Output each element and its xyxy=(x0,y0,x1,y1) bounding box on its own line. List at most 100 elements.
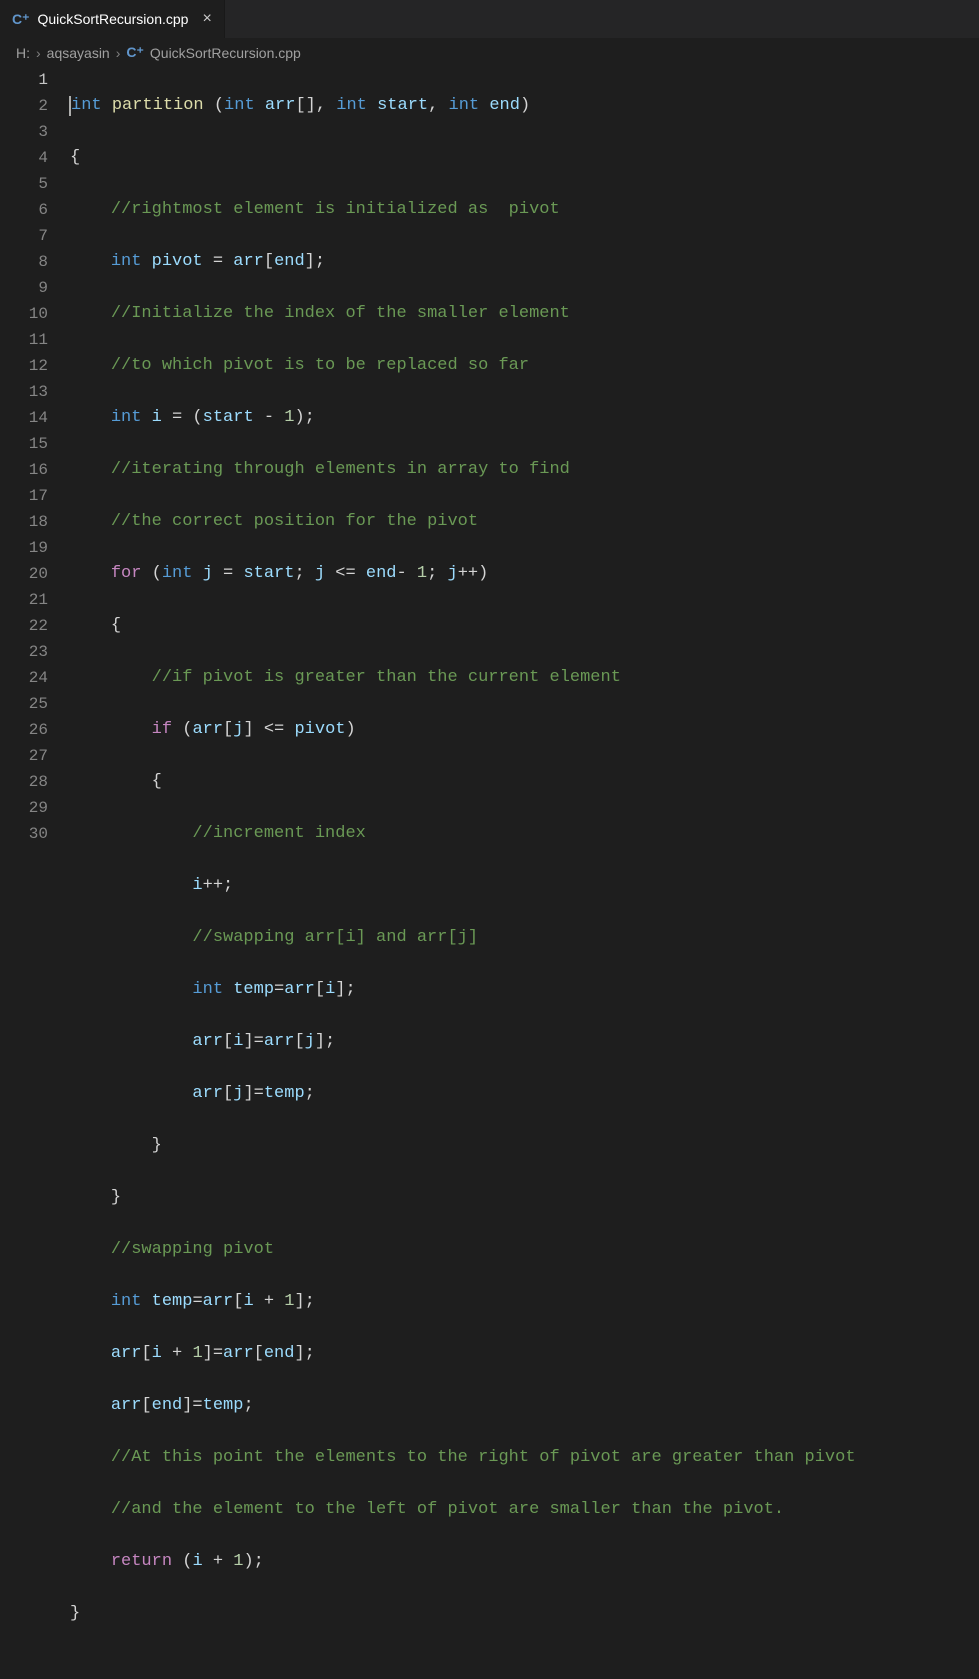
line-number: 11 xyxy=(0,327,48,353)
variable: j xyxy=(203,564,213,583)
line-number: 18 xyxy=(0,509,48,535)
comment: //iterating through elements in array to… xyxy=(111,460,570,479)
line-number: 28 xyxy=(0,769,48,795)
punct: [], xyxy=(295,96,336,115)
line-number: 1 xyxy=(0,67,48,93)
code-line: //rightmost element is initialized as pi… xyxy=(70,197,979,223)
variable: i xyxy=(243,1292,253,1311)
punct: [ xyxy=(294,1032,304,1051)
variable: arr xyxy=(192,1084,223,1103)
keyword: int xyxy=(336,96,367,115)
operator: + xyxy=(203,1552,234,1571)
keyword: int xyxy=(192,980,223,999)
variable: arr xyxy=(223,1344,254,1363)
code-line: //increment index xyxy=(70,821,979,847)
variable: end xyxy=(274,252,305,271)
line-number: 15 xyxy=(0,431,48,457)
text-cursor xyxy=(69,96,71,116)
punct: ( xyxy=(172,1552,192,1571)
variable: i xyxy=(233,1032,243,1051)
code-line: arr[i + 1]=arr[end]; xyxy=(70,1341,979,1367)
close-icon[interactable]: × xyxy=(202,10,211,28)
variable: j xyxy=(305,1032,315,1051)
cpp-file-icon: C⁺ xyxy=(126,44,144,61)
punct: ) xyxy=(345,720,355,739)
code-editor[interactable]: 1 2 3 4 5 6 7 8 9 10 11 12 13 14 15 16 1… xyxy=(0,67,979,1679)
chevron-right-icon: › xyxy=(116,45,121,61)
function-name: partition xyxy=(112,96,204,115)
variable: arr xyxy=(203,1292,234,1311)
number: 1 xyxy=(417,564,427,583)
line-number: 13 xyxy=(0,379,48,405)
breadcrumb-file[interactable]: QuickSortRecursion.cpp xyxy=(150,45,301,61)
variable: arr xyxy=(233,252,264,271)
code-line: //to which pivot is to be replaced so fa… xyxy=(70,353,979,379)
line-number-gutter: 1 2 3 4 5 6 7 8 9 10 11 12 13 14 15 16 1… xyxy=(0,67,70,1679)
punct: ; xyxy=(243,1396,253,1415)
punct: [ xyxy=(264,252,274,271)
punct: ); xyxy=(294,408,314,427)
line-number: 24 xyxy=(0,665,48,691)
keyword: for xyxy=(111,564,142,583)
keyword: int xyxy=(111,408,142,427)
line-number: 7 xyxy=(0,223,48,249)
variable: start xyxy=(377,96,428,115)
code-line: //if pivot is greater than the current e… xyxy=(70,665,979,691)
variable: i xyxy=(325,980,335,999)
code-line: arr[j]=temp; xyxy=(70,1081,979,1107)
code-line: for (int j = start; j <= end- 1; j++) xyxy=(70,561,979,587)
cpp-file-icon: C⁺ xyxy=(12,11,30,28)
variable: end xyxy=(152,1396,183,1415)
operator: = xyxy=(213,564,244,583)
comment: //the correct position for the pivot xyxy=(111,512,478,531)
variable: end xyxy=(366,564,397,583)
code-line: int temp=arr[i]; xyxy=(70,977,979,1003)
comment: //At this point the elements to the righ… xyxy=(111,1448,856,1467)
operator: <= xyxy=(325,564,366,583)
number: 1 xyxy=(284,1292,294,1311)
keyword: int xyxy=(71,96,102,115)
punct: ]; xyxy=(294,1344,314,1363)
keyword: return xyxy=(111,1552,172,1571)
keyword: int xyxy=(162,564,193,583)
breadcrumb-folder[interactable]: aqsayasin xyxy=(47,45,110,61)
punct: [ xyxy=(223,1032,233,1051)
punct: ] xyxy=(243,720,263,739)
punct: ( xyxy=(204,96,224,115)
number: 1 xyxy=(233,1552,243,1571)
operator: - xyxy=(397,564,417,583)
line-number: 9 xyxy=(0,275,48,301)
punct: } xyxy=(152,1136,162,1155)
chevron-right-icon: › xyxy=(36,45,41,61)
operator: <= xyxy=(264,720,295,739)
code-line: } xyxy=(70,1133,979,1159)
comment: //swapping arr[i] and arr[j] xyxy=(192,928,478,947)
punct: ; xyxy=(427,564,447,583)
variable: i xyxy=(152,408,162,427)
line-number: 22 xyxy=(0,613,48,639)
comment: //if pivot is greater than the current e… xyxy=(152,668,621,687)
line-number: 21 xyxy=(0,587,48,613)
line-number: 5 xyxy=(0,171,48,197)
line-number: 2 xyxy=(0,93,48,119)
variable: arr xyxy=(264,1032,295,1051)
code-line: int temp=arr[i + 1]; xyxy=(70,1289,979,1315)
punct: } xyxy=(111,1188,121,1207)
punct: { xyxy=(152,772,162,791)
variable: arr xyxy=(192,1032,223,1051)
code-line: //the correct position for the pivot xyxy=(70,509,979,535)
punct: { xyxy=(111,616,121,635)
variable: i xyxy=(192,876,202,895)
code-area[interactable]: int partition (int arr[], int start, int… xyxy=(70,67,979,1679)
number: 1 xyxy=(192,1344,202,1363)
breadcrumb-drive[interactable]: H: xyxy=(16,45,30,61)
line-number: 26 xyxy=(0,717,48,743)
variable: end xyxy=(489,96,520,115)
operator: = xyxy=(203,252,234,271)
tab-quicksortrecursion[interactable]: C⁺ QuickSortRecursion.cpp × xyxy=(0,0,225,38)
variable: temp xyxy=(152,1292,193,1311)
code-line: { xyxy=(70,769,979,795)
punct: [ xyxy=(141,1344,151,1363)
variable: j xyxy=(233,720,243,739)
variable: j xyxy=(315,564,325,583)
